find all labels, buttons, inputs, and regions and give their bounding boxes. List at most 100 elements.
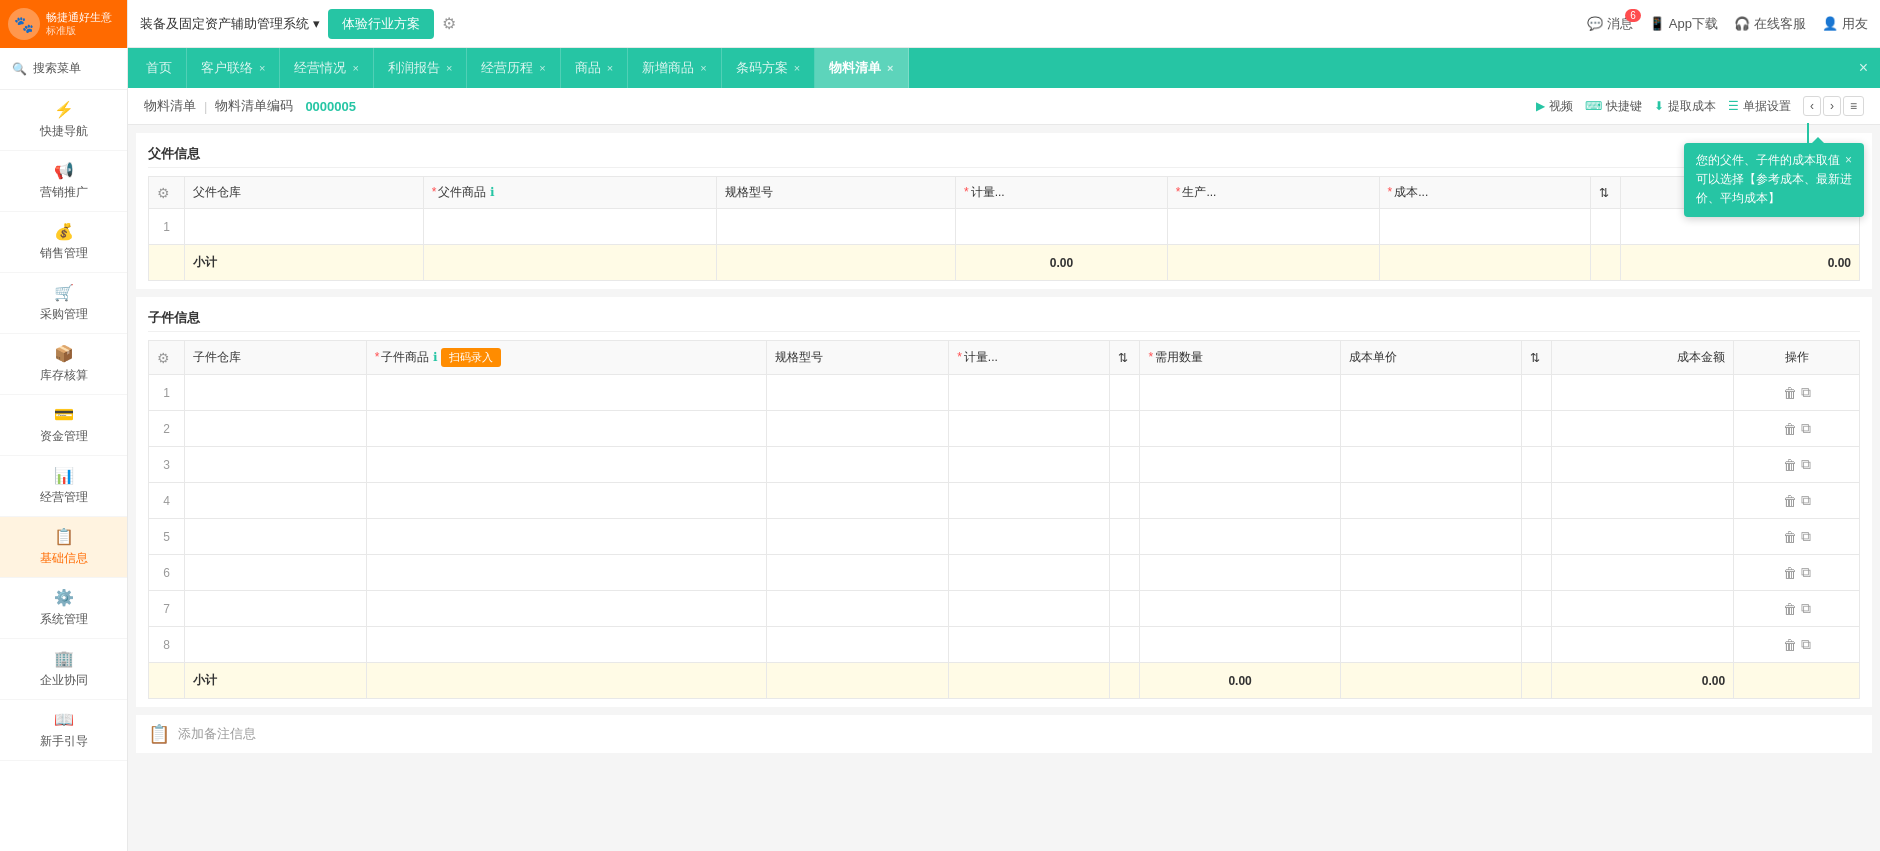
child-product-cell[interactable]: [366, 447, 767, 483]
sidebar-item-marketing[interactable]: 📢 营销推广: [0, 151, 127, 212]
child-warehouse-cell[interactable]: [185, 627, 367, 663]
sidebar-item-sales[interactable]: 💰 销售管理: [0, 212, 127, 273]
child-unit-cost-cell[interactable]: [1340, 519, 1522, 555]
message-action[interactable]: 💬 消息 6: [1587, 15, 1633, 33]
prev-btn[interactable]: ‹: [1803, 96, 1821, 116]
tab-home[interactable]: 首页: [132, 48, 187, 88]
child-product-cell[interactable]: [366, 627, 767, 663]
sidebar-item-guide[interactable]: 📖 新手引导: [0, 700, 127, 761]
child-spec-cell[interactable]: [767, 483, 949, 519]
child-unit-cost-cell[interactable]: [1340, 627, 1522, 663]
tab-add-goods[interactable]: 新增商品 ×: [628, 48, 721, 88]
child-unit-cell[interactable]: [949, 591, 1110, 627]
app-download-action[interactable]: 📱 App下载: [1649, 15, 1718, 33]
user-action[interactable]: 👤 用友: [1822, 15, 1868, 33]
delete-btn[interactable]: 🗑: [1783, 636, 1797, 653]
close-icon[interactable]: ×: [539, 62, 545, 74]
close-icon[interactable]: ×: [607, 62, 613, 74]
child-unit-cell[interactable]: [949, 375, 1110, 411]
parent-warehouse-cell[interactable]: [185, 209, 424, 245]
parent-spec-cell[interactable]: [717, 209, 956, 245]
child-warehouse-cell[interactable]: [185, 411, 367, 447]
child-qty-cell[interactable]: [1140, 555, 1340, 591]
child-cost-amount-cell[interactable]: [1552, 447, 1734, 483]
add-note-label[interactable]: 添加备注信息: [178, 725, 256, 743]
tab-operation-status[interactable]: 经营情况 ×: [280, 48, 373, 88]
child-qty-cell[interactable]: [1140, 447, 1340, 483]
close-icon[interactable]: ×: [700, 62, 706, 74]
online-service-action[interactable]: 🎧 在线客服: [1734, 15, 1806, 33]
col-setting[interactable]: ⚙: [149, 177, 185, 209]
child-unit-cost-cell[interactable]: [1340, 411, 1522, 447]
child-unit-cell[interactable]: [949, 447, 1110, 483]
child-spec-cell[interactable]: [767, 447, 949, 483]
sidebar-item-basic-info[interactable]: 📋 基础信息: [0, 517, 127, 578]
child-unit-cell[interactable]: [949, 411, 1110, 447]
sidebar-item-quick-nav[interactable]: ⚡ 快捷导航: [0, 90, 127, 151]
single-setup-action[interactable]: ☰ 单据设置: [1728, 98, 1791, 115]
trial-btn[interactable]: 体验行业方案: [328, 9, 434, 39]
settings-icon[interactable]: ⚙: [157, 350, 170, 366]
child-spec-cell[interactable]: [767, 627, 949, 663]
child-warehouse-cell[interactable]: [185, 375, 367, 411]
sidebar-item-enterprise[interactable]: 🏢 企业协同: [0, 639, 127, 700]
settings-icon[interactable]: ⚙: [157, 185, 170, 201]
child-product-cell[interactable]: [366, 591, 767, 627]
child-qty-cell[interactable]: [1140, 627, 1340, 663]
system-selector[interactable]: 装备及固定资产辅助管理系统 ▾: [140, 15, 320, 33]
next-btn[interactable]: ›: [1823, 96, 1841, 116]
delete-btn[interactable]: 🗑: [1783, 420, 1797, 437]
child-warehouse-cell[interactable]: [185, 591, 367, 627]
delete-btn[interactable]: 🗑: [1783, 564, 1797, 581]
child-product-cell[interactable]: [366, 375, 767, 411]
child-cost-amount-cell[interactable]: [1552, 375, 1734, 411]
menu-btn[interactable]: ≡: [1843, 96, 1864, 116]
shortcut-action[interactable]: ⌨ 快捷键: [1585, 98, 1642, 115]
child-cost-amount-cell[interactable]: [1552, 519, 1734, 555]
child-cost-amount-cell[interactable]: [1552, 627, 1734, 663]
child-spec-cell[interactable]: [767, 519, 949, 555]
child-spec-cell[interactable]: [767, 555, 949, 591]
extract-cost-action[interactable]: ⬇ 提取成本: [1654, 98, 1716, 115]
scan-btn[interactable]: 扫码录入: [441, 348, 501, 367]
tab-profit[interactable]: 利润报告 ×: [374, 48, 467, 88]
child-product-cell[interactable]: [366, 555, 767, 591]
child-qty-cell[interactable]: [1140, 519, 1340, 555]
child-unit-cell[interactable]: [949, 627, 1110, 663]
child-spec-cell[interactable]: [767, 411, 949, 447]
copy-btn[interactable]: ⧉: [1801, 420, 1811, 437]
sidebar-item-inventory[interactable]: 📦 库存核算: [0, 334, 127, 395]
child-unit-cost-cell[interactable]: [1340, 555, 1522, 591]
child-unit-cell[interactable]: [949, 519, 1110, 555]
tab-goods[interactable]: 商品 ×: [561, 48, 628, 88]
close-icon[interactable]: ×: [259, 62, 265, 74]
parent-cost-cell[interactable]: [1379, 209, 1591, 245]
settings-icon[interactable]: ⚙: [442, 14, 456, 33]
copy-btn[interactable]: ⧉: [1801, 600, 1811, 617]
delete-btn[interactable]: 🗑: [1783, 384, 1797, 401]
child-qty-cell[interactable]: [1140, 483, 1340, 519]
child-qty-cell[interactable]: [1140, 375, 1340, 411]
tooltip-close-btn[interactable]: ×: [1845, 151, 1852, 170]
child-qty-cell[interactable]: [1140, 411, 1340, 447]
delete-btn[interactable]: 🗑: [1783, 492, 1797, 509]
child-product-cell[interactable]: [366, 411, 767, 447]
child-unit-cost-cell[interactable]: [1340, 483, 1522, 519]
child-cost-amount-cell[interactable]: [1552, 483, 1734, 519]
sidebar-item-finance[interactable]: 💳 资金管理: [0, 395, 127, 456]
child-cost-amount-cell[interactable]: [1552, 591, 1734, 627]
search-menu-button[interactable]: 🔍 搜索菜单: [8, 56, 119, 81]
child-warehouse-cell[interactable]: [185, 555, 367, 591]
copy-btn[interactable]: ⧉: [1801, 384, 1811, 401]
sidebar-item-purchase[interactable]: 🛒 采购管理: [0, 273, 127, 334]
child-qty-cell[interactable]: [1140, 591, 1340, 627]
close-all-tabs[interactable]: ×: [1851, 59, 1876, 77]
child-unit-cost-cell[interactable]: [1340, 591, 1522, 627]
tab-barcode[interactable]: 条码方案 ×: [722, 48, 815, 88]
child-product-cell[interactable]: [366, 519, 767, 555]
child-unit-cell[interactable]: [949, 555, 1110, 591]
close-icon[interactable]: ×: [794, 62, 800, 74]
parent-product-cell[interactable]: [423, 209, 717, 245]
child-warehouse-cell[interactable]: [185, 483, 367, 519]
view-action[interactable]: ▶ 视频: [1536, 98, 1573, 115]
